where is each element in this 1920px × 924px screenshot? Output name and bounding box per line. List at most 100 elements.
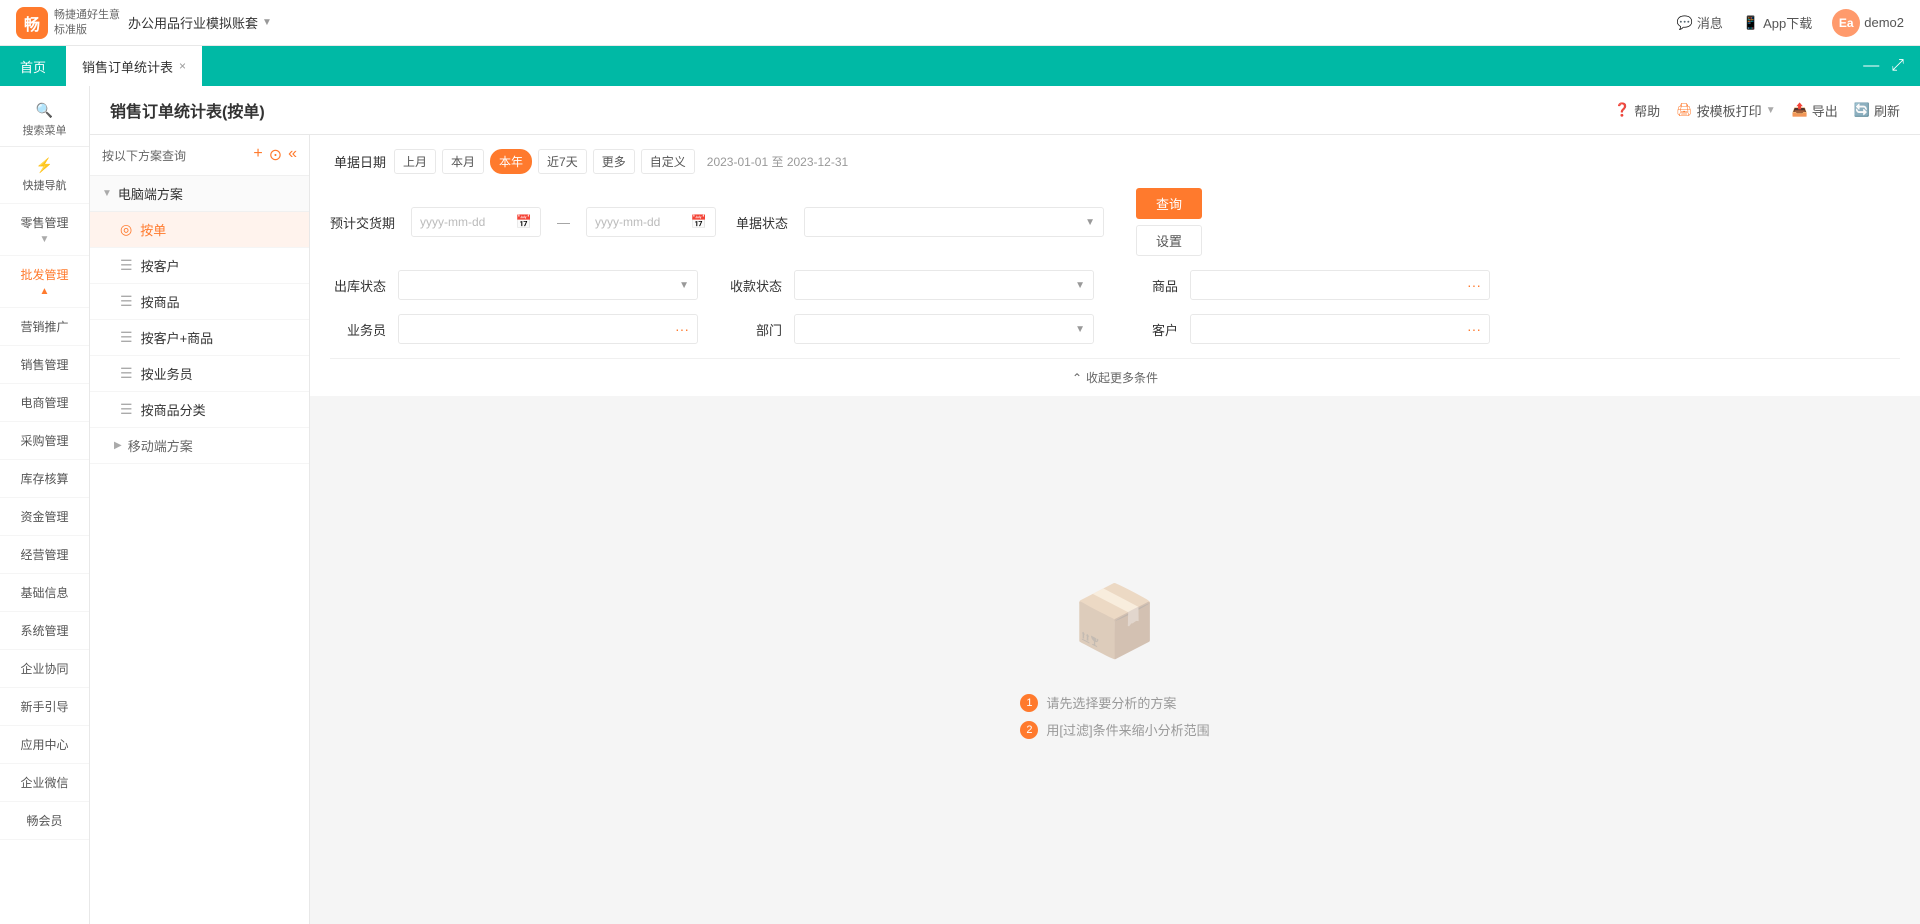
- right-content: 单据日期 上月 本月 本年 近7天 更多 自定义 2023-01-01 至 20…: [310, 135, 1920, 924]
- scheme-item-by-category[interactable]: ☰ 按商品分类: [90, 392, 309, 428]
- scheme-collapse-btn[interactable]: «: [288, 145, 297, 165]
- calendar-icon-2: 📅: [691, 214, 707, 230]
- export-btn[interactable]: 📤 导出: [1792, 101, 1838, 120]
- sidebar-item-enterprise-collab[interactable]: 企业协同: [0, 650, 89, 688]
- sidebar-item-basic-info[interactable]: 基础信息: [0, 574, 89, 612]
- date-separator: —: [557, 215, 570, 230]
- bill-status-arrow-icon: ▼: [1085, 217, 1095, 228]
- settings-btn[interactable]: 设置: [1136, 225, 1202, 256]
- department-select[interactable]: ▼: [794, 314, 1094, 344]
- payment-status-select[interactable]: ▼: [794, 270, 1094, 300]
- maximize-icon[interactable]: ⤢: [1891, 57, 1904, 75]
- scheme-add-btn[interactable]: +: [253, 145, 262, 165]
- filter-action-btns: 查询 设置: [1136, 188, 1202, 256]
- sidebar-item-marketing[interactable]: 营销推广: [0, 308, 89, 346]
- scheme-item-by-order[interactable]: ◎ 按单: [90, 212, 309, 248]
- message-btn[interactable]: 💬 消息: [1677, 13, 1723, 32]
- goods-ellipsis-icon[interactable]: ···: [1467, 277, 1481, 293]
- customer-select[interactable]: ···: [1190, 314, 1490, 344]
- breadcrumb: 办公用品行业模拟账套 ▼: [128, 13, 272, 32]
- search-icon: 🔍: [36, 102, 53, 119]
- tab-home[interactable]: 首页: [0, 46, 66, 86]
- scheme-item-icon: ☰: [120, 401, 133, 418]
- filter-row-3: 业务员 ··· 部门 ▼ 客户 ···: [330, 314, 1900, 344]
- scheme-item-by-goods[interactable]: ☰ 按商品: [90, 284, 309, 320]
- message-icon: 💬: [1677, 15, 1693, 31]
- sidebar-item-wholesale[interactable]: 批发管理 ▲: [0, 256, 89, 308]
- scheme-group-mobile[interactable]: ▶ 移动端方案: [90, 428, 309, 464]
- page-title: 销售订单统计表(按单): [110, 98, 265, 122]
- customer-ellipsis-icon[interactable]: ···: [1467, 321, 1481, 337]
- date-btn-more[interactable]: 更多: [593, 149, 635, 174]
- sidebar-item-enterprise-wechat[interactable]: 企业微信: [0, 764, 89, 802]
- tab-bar-actions: — ⤢: [1847, 57, 1920, 75]
- scheme-item-by-customer[interactable]: ☰ 按客户: [90, 248, 309, 284]
- print-btn[interactable]: 🖨 按模板打印 ▼: [1676, 101, 1775, 120]
- scheme-active-icon: ◎: [120, 221, 132, 238]
- date-btn-custom[interactable]: 自定义: [641, 149, 695, 174]
- sidebar-item-system[interactable]: 系统管理: [0, 612, 89, 650]
- sidebar-item-sales[interactable]: 销售管理: [0, 346, 89, 384]
- sidebar-item-purchase[interactable]: 采购管理: [0, 422, 89, 460]
- sidebar-item-app-center[interactable]: 应用中心: [0, 726, 89, 764]
- help-btn[interactable]: ❓ 帮助: [1614, 101, 1660, 120]
- sidebar-item-operations[interactable]: 经营管理: [0, 536, 89, 574]
- delivery-arrow-icon: ▼: [679, 280, 689, 291]
- payment-arrow-icon: ▼: [1075, 280, 1085, 291]
- scheme-settings-btn[interactable]: ⊙: [269, 145, 282, 165]
- chevron-down-icon: ▼: [102, 188, 112, 199]
- scheme-group-desktop: ▼ 电脑端方案 ◎ 按单 ☰ 按客户 ☰ 按商品: [90, 176, 309, 428]
- empty-hint-1: 1 请先选择要分析的方案: [1020, 693, 1209, 712]
- chevron-up-icon: ▲: [40, 286, 50, 297]
- export-icon: 📤: [1792, 102, 1808, 118]
- salesperson-select[interactable]: ···: [398, 314, 698, 344]
- calendar-icon-1: 📅: [516, 214, 532, 230]
- sidebar-item-newbie[interactable]: 新手引导: [0, 688, 89, 726]
- date-range-text: 2023-01-01 至 2023-12-31: [707, 153, 848, 170]
- page-header-actions: ❓ 帮助 🖨 按模板打印 ▼ 📤 导出 🔄 刷新: [1614, 101, 1900, 120]
- sidebar-item-finance[interactable]: 资金管理: [0, 498, 89, 536]
- date-btn-last-month[interactable]: 上月: [394, 149, 436, 174]
- filter-section: 单据日期 上月 本月 本年 近7天 更多 自定义 2023-01-01 至 20…: [310, 135, 1920, 396]
- collapse-bar[interactable]: ⌃ 收起更多条件: [330, 358, 1900, 396]
- customer-label: 客户: [1122, 320, 1178, 339]
- collapse-icon: ⌃: [1072, 371, 1082, 385]
- scheme-item-icon: ☰: [120, 293, 133, 310]
- sidebar-search[interactable]: 🔍 搜索菜单: [0, 94, 89, 147]
- sidebar-item-ecommerce[interactable]: 电商管理: [0, 384, 89, 422]
- tab-current[interactable]: 销售订单统计表 ×: [66, 46, 202, 86]
- salesperson-ellipsis-icon[interactable]: ···: [675, 321, 689, 337]
- date-btn-this-month[interactable]: 本月: [442, 149, 484, 174]
- filter-row-2: 出库状态 ▼ 收款状态 ▼ 商品 ···: [330, 270, 1900, 300]
- sidebar-item-inventory[interactable]: 库存核算: [0, 460, 89, 498]
- empty-hint-2: 2 用[过滤]条件来缩小分析范围: [1020, 720, 1209, 739]
- scheme-item-by-customer-goods[interactable]: ☰ 按客户+商品: [90, 320, 309, 356]
- sidebar-item-retail[interactable]: 零售管理 ▼: [0, 204, 89, 256]
- sidebar-item-quick-nav[interactable]: ⚡ 快捷导航: [0, 147, 89, 204]
- print-dropdown-icon: ▼: [1766, 105, 1776, 116]
- query-btn[interactable]: 查询: [1136, 188, 1202, 219]
- expected-date-from[interactable]: yyyy-mm-dd 📅: [411, 207, 541, 237]
- tab-close-icon[interactable]: ×: [179, 59, 186, 73]
- empty-state: 📦 1 请先选择要分析的方案 2 用[过滤]条件来缩小分析范围: [310, 396, 1920, 924]
- minimize-icon[interactable]: —: [1863, 57, 1879, 75]
- goods-select[interactable]: ···: [1190, 270, 1490, 300]
- scheme-group-header-desktop[interactable]: ▼ 电脑端方案: [90, 176, 309, 212]
- breadcrumb-dropdown-icon[interactable]: ▼: [262, 17, 272, 28]
- date-btn-this-year[interactable]: 本年: [490, 149, 532, 174]
- sidebar-item-member[interactable]: 畅会员: [0, 802, 89, 840]
- user-avatar-btn[interactable]: Ea demo2: [1832, 9, 1904, 37]
- download-icon: 📱: [1743, 15, 1759, 31]
- scheme-item-icon: ☰: [120, 365, 133, 382]
- refresh-btn[interactable]: 🔄 刷新: [1854, 101, 1900, 120]
- app-download-btn[interactable]: 📱 App下载: [1743, 13, 1812, 32]
- print-icon: 🖨: [1676, 102, 1693, 118]
- top-bar-left: 畅 畅捷通好生意 标准版 办公用品行业模拟账套 ▼: [16, 7, 272, 39]
- expected-date-to[interactable]: yyyy-mm-dd 📅: [586, 207, 716, 237]
- logo-text: 畅捷通好生意 标准版: [54, 8, 120, 37]
- scheme-item-by-salesperson[interactable]: ☰ 按业务员: [90, 356, 309, 392]
- delivery-status-select[interactable]: ▼: [398, 270, 698, 300]
- bill-status-select[interactable]: ▼: [804, 207, 1104, 237]
- quick-nav-icon: ⚡: [36, 157, 53, 174]
- date-btn-7days[interactable]: 近7天: [538, 149, 587, 174]
